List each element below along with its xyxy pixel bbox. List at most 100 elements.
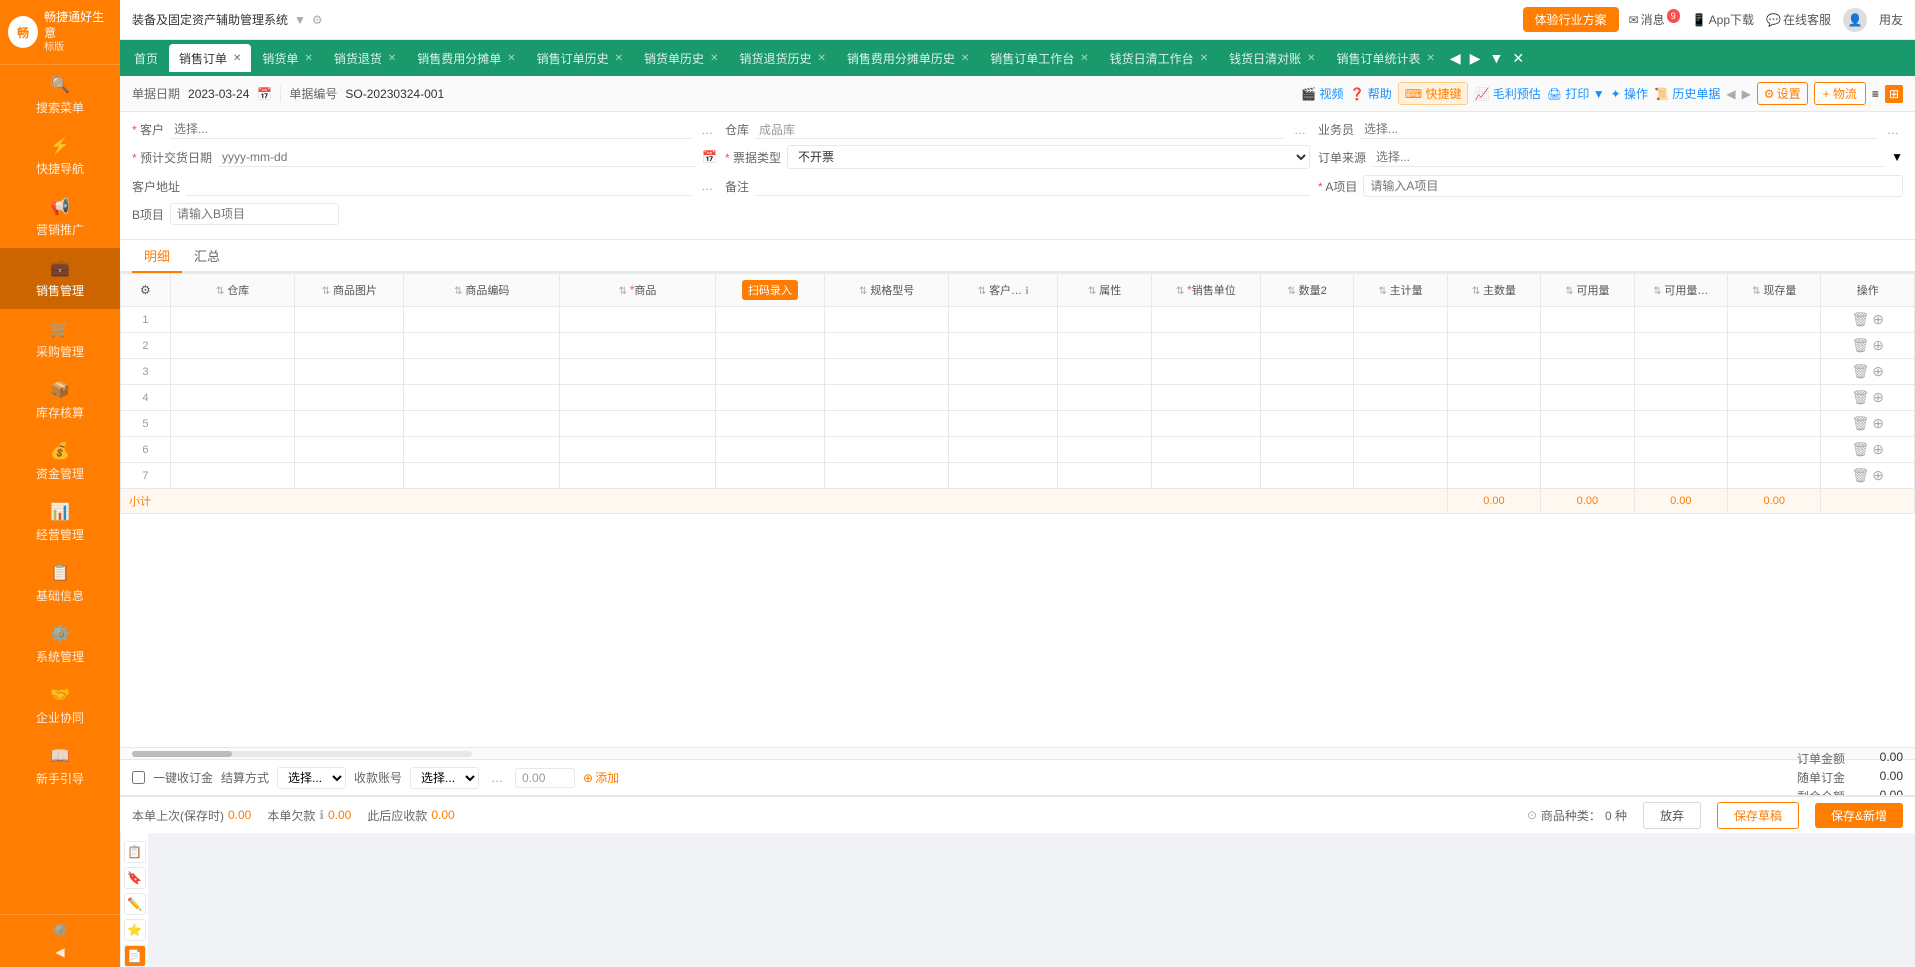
right-panel-btn-3[interactable]: ✏️ [124, 893, 146, 915]
next-record-btn[interactable]: ▶ [1742, 87, 1751, 101]
sidebar-item-sales[interactable]: 💼 销售管理 [0, 248, 120, 309]
tab-expense-hist[interactable]: 销售费用分摊单历史 ✕ [837, 44, 979, 72]
tab-sales-bill[interactable]: 销货单 ✕ [252, 44, 322, 72]
toolbar-grid-icon[interactable]: ⊞ [1885, 85, 1903, 103]
sidebar-collapse-btn[interactable]: ◀ [55, 945, 64, 959]
tab-close-icon[interactable]: ✕ [1307, 53, 1315, 64]
warehouse-input[interactable] [755, 120, 1284, 139]
discard-btn[interactable]: 放弃 [1643, 802, 1701, 829]
sidebar-settings-btn[interactable]: ⚙️ [53, 923, 68, 937]
settings-btn[interactable]: ⚙ 设置 [1757, 82, 1808, 105]
save-new-btn[interactable]: 保存&新增 [1815, 803, 1903, 828]
delete-icon[interactable]: 🗑 [1851, 467, 1869, 483]
th-cust[interactable]: 客户… ℹ [949, 274, 1058, 307]
right-panel-btn-1[interactable]: 📋 [124, 841, 146, 863]
th-spec[interactable]: 规格型号 [824, 274, 949, 307]
right-panel-btn-5[interactable]: 📄 [124, 945, 146, 967]
salesperson-input[interactable] [1360, 120, 1877, 139]
msg-btn[interactable]: ✉ 消息 9 [1629, 11, 1680, 28]
tab-close-icon[interactable]: ✕ [817, 53, 825, 64]
tab-close-icon[interactable]: ✕ [1200, 53, 1208, 64]
customer-more-icon[interactable]: … [697, 123, 717, 137]
tab-order-workbench[interactable]: 销售订单工作台 ✕ [980, 44, 1098, 72]
tab-close-icon[interactable]: ✕ [1080, 53, 1088, 64]
sidebar-item-finance[interactable]: 💰 资金管理 [0, 431, 120, 492]
add-goods-btn[interactable]: + 物流 [1814, 82, 1866, 105]
salesperson-more-icon[interactable]: … [1883, 123, 1903, 137]
tab-close-icon[interactable]: ✕ [961, 53, 969, 64]
th-product[interactable]: *商品 [560, 274, 716, 307]
one-click-checkbox[interactable] [132, 771, 145, 784]
tab-close-icon[interactable]: ✕ [507, 53, 515, 64]
tab-daily-reconcile[interactable]: 钱货日清对账 ✕ [1219, 44, 1325, 72]
tab-summary[interactable]: 销售订单统计表 ✕ [1326, 44, 1444, 72]
th-main-unit[interactable]: 主计量 [1354, 274, 1447, 307]
online-service-btn[interactable]: 💬 在线客服 [1766, 11, 1831, 28]
copy-icon[interactable]: ⊕ [1872, 389, 1884, 405]
sidebar-item-purchase[interactable]: 🛒 采购管理 [0, 309, 120, 370]
tab-close-icon[interactable]: ✕ [1427, 53, 1435, 64]
help-btn[interactable]: ❓ 帮助 [1349, 85, 1391, 102]
th-avail[interactable]: 可用量 [1541, 274, 1634, 307]
payment-method-select[interactable]: 选择... [277, 767, 346, 789]
sidebar-item-basic[interactable]: 📋 基础信息 [0, 553, 120, 614]
tab-close-icon[interactable]: ✕ [304, 53, 312, 64]
sidebar-item-system[interactable]: ⚙️ 系统管理 [0, 614, 120, 675]
th-warehouse[interactable]: 仓库 [170, 274, 295, 307]
sidebar-item-inventory[interactable]: 📦 库存核算 [0, 370, 120, 431]
tab-expense[interactable]: 销售费用分摊单 ✕ [407, 44, 525, 72]
gear-icon[interactable]: ⚙ [312, 13, 323, 27]
toolbar-list-icon[interactable]: ≡ [1872, 87, 1879, 101]
tab-nav-next[interactable]: ▶ [1466, 48, 1485, 69]
tab-order-hist[interactable]: 销售订单历史 ✕ [527, 44, 633, 72]
tab-summary[interactable]: 汇总 [182, 240, 232, 273]
delete-icon[interactable]: 🗑 [1851, 337, 1869, 353]
order-source-input[interactable] [1372, 148, 1885, 167]
copy-icon[interactable]: ⊕ [1872, 467, 1884, 483]
th-sku[interactable]: 商品编码 [404, 274, 560, 307]
right-panel-btn-2[interactable]: 🔖 [124, 867, 146, 889]
app-download-btn[interactable]: 📱 App下载 [1692, 11, 1754, 28]
th-avail2[interactable]: 可用量… [1634, 274, 1727, 307]
tab-home[interactable]: 首页 [124, 44, 168, 72]
tab-nav-menu[interactable]: ▼ [1485, 48, 1507, 68]
tab-close-icon[interactable]: ✕ [388, 53, 396, 64]
copy-icon[interactable]: ⊕ [1872, 311, 1884, 327]
scroll-track[interactable] [132, 751, 472, 757]
address-input[interactable] [186, 177, 691, 196]
calendar2-icon[interactable]: 📅 [702, 150, 717, 164]
warehouse-more-icon[interactable]: … [1290, 123, 1310, 137]
tab-return[interactable]: 销货退货 ✕ [324, 44, 406, 72]
copy-icon[interactable]: ⊕ [1872, 363, 1884, 379]
delete-icon[interactable]: 🗑 [1851, 389, 1869, 405]
print-btn[interactable]: 🖨 打印 ▼ [1547, 85, 1605, 102]
tab-close-icon[interactable]: ✕ [710, 53, 718, 64]
tab-bill-hist[interactable]: 销货单历史 ✕ [634, 44, 728, 72]
right-panel-btn-4[interactable]: ⭐ [124, 919, 146, 941]
history-btn[interactable]: 📜 历史单据 [1654, 85, 1720, 102]
sidebar-item-marketing[interactable]: 📢 营销推广 [0, 187, 120, 248]
copy-icon[interactable]: ⊕ [1872, 337, 1884, 353]
add-payment-btn[interactable]: ⊕ 添加 [583, 769, 619, 786]
calendar-icon[interactable]: 📅 [257, 87, 272, 101]
b-project-input[interactable] [170, 203, 339, 225]
sidebar-item-search[interactable]: 🔍 搜索菜单 [0, 65, 120, 126]
th-stock[interactable]: 现存量 [1728, 274, 1821, 307]
delete-icon[interactable]: 🗑 [1851, 441, 1869, 457]
tab-sales-order[interactable]: 销售订单 ✕ [169, 44, 251, 72]
scan-btn[interactable]: 扫码录入 [742, 280, 798, 300]
customer-input[interactable] [170, 120, 691, 139]
shortcut-btn[interactable]: ⌨ 快捷键 [1398, 82, 1469, 105]
th-qty2[interactable]: 数量2 [1260, 274, 1353, 307]
sidebar-item-guide[interactable]: 📖 新手引导 [0, 736, 120, 797]
save-draft-btn[interactable]: 保存草稿 [1717, 802, 1799, 829]
tab-daily-workbench[interactable]: 钱货日清工作台 ✕ [1100, 44, 1218, 72]
invoice-type-select[interactable]: 不开票 增值税普通发票 增值税专用发票 [787, 145, 1310, 169]
delivery-date-input[interactable] [218, 148, 696, 167]
th-attr[interactable]: 属性 [1058, 274, 1151, 307]
th-main-qty[interactable]: 主数量 [1447, 274, 1540, 307]
prev-record-btn[interactable]: ◀ [1726, 87, 1735, 101]
account-more-icon[interactable]: … [487, 771, 507, 785]
delete-icon[interactable]: 🗑 [1851, 311, 1869, 327]
remark-input[interactable] [755, 177, 1310, 196]
